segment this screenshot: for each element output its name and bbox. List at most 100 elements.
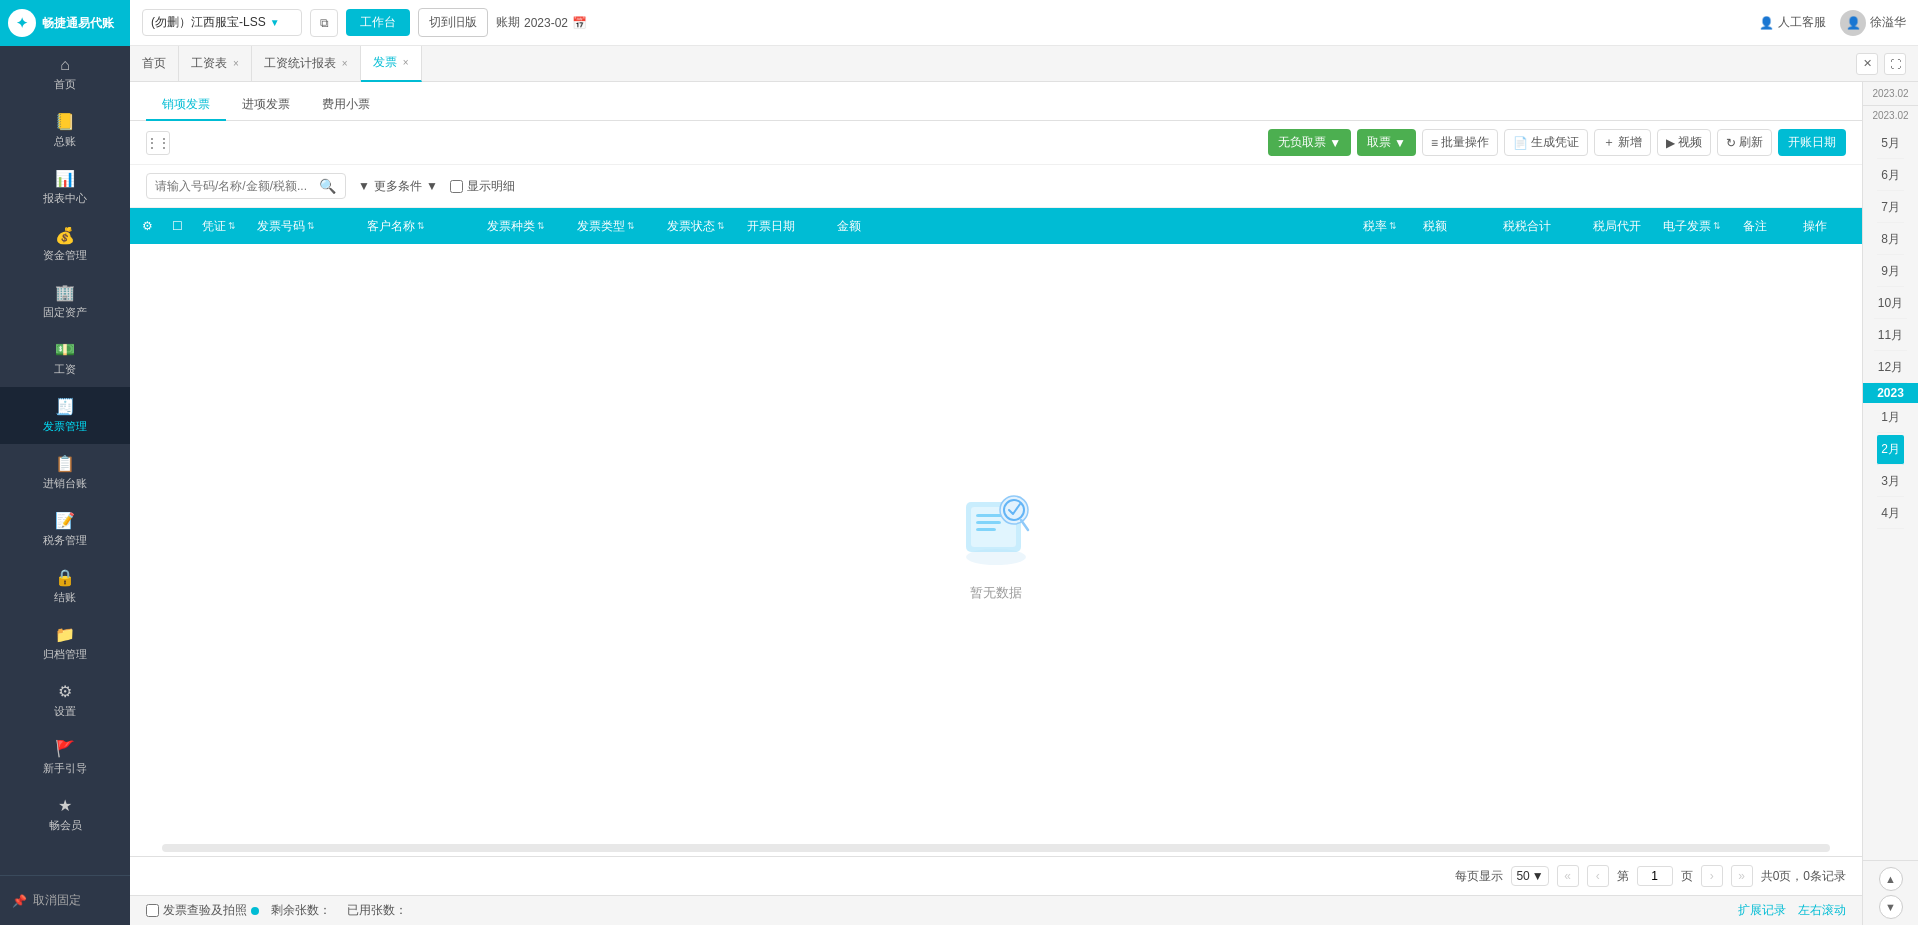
first-page-btn[interactable]: « bbox=[1557, 865, 1579, 887]
search-icon[interactable]: 🔍 bbox=[319, 178, 336, 194]
page-input[interactable] bbox=[1637, 866, 1673, 886]
content-area: 销项发票进项发票费用小票 ⋮⋮ 无负取票 ▼ 取票 ▼ ≡ 批量操作 bbox=[130, 82, 1918, 925]
th-open-date[interactable]: 开票日期 bbox=[743, 218, 833, 235]
old-version-button[interactable]: 切到旧版 bbox=[418, 8, 488, 37]
no-invoice-button[interactable]: 无负取票 ▼ bbox=[1268, 129, 1351, 156]
date-month-2023-2[interactable]: 3月 bbox=[1877, 467, 1904, 497]
take-invoice-button[interactable]: 取票 ▼ bbox=[1357, 129, 1416, 156]
date-month-2023-0[interactable]: 1月 bbox=[1877, 403, 1904, 433]
date-month-2022-2[interactable]: 7月 bbox=[1877, 193, 1904, 223]
date-nav-up[interactable]: ▲ bbox=[1879, 867, 1903, 891]
sidebar-item-归档管理[interactable]: 📁归档管理 bbox=[0, 615, 130, 672]
sidebar-item-发票管理[interactable]: 🧾发票管理 bbox=[0, 387, 130, 444]
date-nav-down[interactable]: ▼ bbox=[1879, 895, 1903, 919]
gen-voucher-button[interactable]: 📄 生成凭证 bbox=[1504, 129, 1588, 156]
date-month-2022-0[interactable]: 5月 bbox=[1877, 129, 1904, 159]
th-invoice-num[interactable]: 发票号码 ⇅ bbox=[253, 218, 363, 235]
th-checkbox[interactable]: ☐ bbox=[168, 219, 198, 233]
new-button[interactable]: ＋ 新增 bbox=[1594, 129, 1651, 156]
date-month-2023-3[interactable]: 4月 bbox=[1877, 499, 1904, 529]
sidebar-item-报表中心[interactable]: 📊报表中心 bbox=[0, 159, 130, 216]
invoice-check-checkbox[interactable] bbox=[146, 904, 159, 917]
date-month-2022-5[interactable]: 10月 bbox=[1874, 289, 1907, 319]
th-voucher[interactable]: 凭证 ⇅ bbox=[198, 218, 253, 235]
refresh-button[interactable]: ↻ 刷新 bbox=[1717, 129, 1772, 156]
th-invoice-type[interactable]: 发票种类 ⇅ bbox=[483, 218, 573, 235]
sidebar-item-资金管理[interactable]: 💰资金管理 bbox=[0, 216, 130, 273]
date-period-top: 2023.02 bbox=[1872, 88, 1908, 99]
tab-label-0: 首页 bbox=[142, 55, 166, 72]
th-invoice-category[interactable]: 发票类型 ⇅ bbox=[573, 218, 663, 235]
sidebar-item-畅会员[interactable]: ★畅会员 bbox=[0, 786, 130, 843]
tab-首页[interactable]: 首页 bbox=[142, 46, 179, 82]
sub-tab-进项发票[interactable]: 进项发票 bbox=[226, 90, 306, 121]
sidebar-icon-1: 📒 bbox=[55, 112, 75, 131]
search-input[interactable] bbox=[155, 179, 315, 193]
sidebar-icon-8: 📝 bbox=[55, 511, 75, 530]
column-settings-icon[interactable]: ⋮⋮ bbox=[146, 131, 170, 155]
sub-tab-费用小票[interactable]: 费用小票 bbox=[306, 90, 386, 121]
used-item: 已用张数： bbox=[347, 902, 411, 919]
tab-close-1[interactable]: × bbox=[233, 58, 239, 69]
th-tax[interactable]: 税额 bbox=[1419, 218, 1499, 235]
th-remark[interactable]: 备注 bbox=[1739, 218, 1799, 235]
tab-label-3: 发票 bbox=[373, 54, 397, 71]
date-panel-close: 2023.02 bbox=[1863, 82, 1918, 106]
date-month-2022-6[interactable]: 11月 bbox=[1874, 321, 1907, 351]
sidebar-item-总账[interactable]: 📒总账 bbox=[0, 102, 130, 159]
th-customer[interactable]: 客户名称 ⇅ bbox=[363, 218, 483, 235]
th-amount[interactable]: 金额 bbox=[833, 218, 1359, 235]
th-customer-sort: ⇅ bbox=[417, 221, 425, 231]
open-date-button[interactable]: 开账日期 bbox=[1778, 129, 1846, 156]
tab-bar-close[interactable]: ✕ bbox=[1856, 53, 1878, 75]
prev-page-btn[interactable]: ‹ bbox=[1587, 865, 1609, 887]
tab-close-3[interactable]: × bbox=[403, 57, 409, 68]
date-month-2022-7[interactable]: 12月 bbox=[1874, 353, 1907, 383]
service-button[interactable]: 👤 人工客服 bbox=[1759, 14, 1826, 31]
sidebar-item-设置[interactable]: ⚙设置 bbox=[0, 672, 130, 729]
sidebar-item-首页[interactable]: ⌂首页 bbox=[0, 46, 130, 102]
horizontal-scrollbar[interactable] bbox=[162, 844, 1830, 852]
tab-工资表[interactable]: 工资表× bbox=[179, 46, 252, 82]
workspace-button[interactable]: 工作台 bbox=[346, 9, 410, 36]
sub-tab-销项发票[interactable]: 销项发票 bbox=[146, 90, 226, 121]
batch-ops-button[interactable]: ≡ 批量操作 bbox=[1422, 129, 1498, 156]
sidebar-item-进销台账[interactable]: 📋进销台账 bbox=[0, 444, 130, 501]
sidebar-item-税务管理[interactable]: 📝税务管理 bbox=[0, 501, 130, 558]
expand-records-link[interactable]: 扩展记录 bbox=[1738, 902, 1786, 919]
per-page-select[interactable]: 50 ▼ bbox=[1511, 866, 1548, 886]
date-month-2022-3[interactable]: 8月 bbox=[1877, 225, 1904, 255]
toolbar-right: 无负取票 ▼ 取票 ▼ ≡ 批量操作 📄 生成凭证 bbox=[1268, 129, 1846, 156]
th-tax-total[interactable]: 税税合计 bbox=[1499, 218, 1589, 235]
th-status[interactable]: 发票状态 ⇅ bbox=[663, 218, 743, 235]
sidebar-icon-2: 📊 bbox=[55, 169, 75, 188]
sidebar-item-新手引导[interactable]: 🚩新手引导 bbox=[0, 729, 130, 786]
gen-voucher-label: 生成凭证 bbox=[1531, 134, 1579, 151]
th-e-invoice[interactable]: 电子发票 ⇅ bbox=[1659, 218, 1739, 235]
last-page-btn[interactable]: » bbox=[1731, 865, 1753, 887]
th-tax-code[interactable]: 税局代开 bbox=[1589, 218, 1659, 235]
show-detail-checkbox[interactable] bbox=[450, 180, 463, 193]
tab-bar-expand[interactable]: ⛶ bbox=[1884, 53, 1906, 75]
company-selector[interactable]: (勿删）江西服宝-LSS ▼ bbox=[142, 9, 302, 36]
video-button[interactable]: ▶ 视频 bbox=[1657, 129, 1711, 156]
sidebar-item-固定资产[interactable]: 🏢固定资产 bbox=[0, 273, 130, 330]
tab-发票[interactable]: 发票 × bbox=[361, 46, 422, 82]
scroll-link[interactable]: 左右滚动 bbox=[1798, 902, 1846, 919]
sidebar-item-工资[interactable]: 💵工资 bbox=[0, 330, 130, 387]
next-page-btn[interactable]: › bbox=[1701, 865, 1723, 887]
th-tax-rate[interactable]: 税率 ⇅ bbox=[1359, 218, 1419, 235]
sidebar-item-结账[interactable]: 🔒结账 bbox=[0, 558, 130, 615]
date-month-2022-1[interactable]: 6月 bbox=[1877, 161, 1904, 191]
tab-label-2: 工资统计报表 bbox=[264, 55, 336, 72]
tab-close-2[interactable]: × bbox=[342, 58, 348, 69]
date-month-2023-1[interactable]: 2月 bbox=[1877, 435, 1904, 465]
user-info[interactable]: 👤 徐溢华 bbox=[1840, 10, 1906, 36]
sidebar-label-3: 资金管理 bbox=[43, 248, 87, 263]
sidebar-pin-btn[interactable]: 📌 取消固定 bbox=[0, 884, 130, 917]
more-conditions-button[interactable]: ▼ 更多条件 ▼ bbox=[358, 178, 438, 195]
date-month-2022-4[interactable]: 9月 bbox=[1877, 257, 1904, 287]
copy-button[interactable]: ⧉ bbox=[310, 9, 338, 37]
tab-工资统计报表[interactable]: 工资统计报表 × bbox=[252, 46, 361, 82]
per-page-arrow: ▼ bbox=[1532, 869, 1544, 883]
